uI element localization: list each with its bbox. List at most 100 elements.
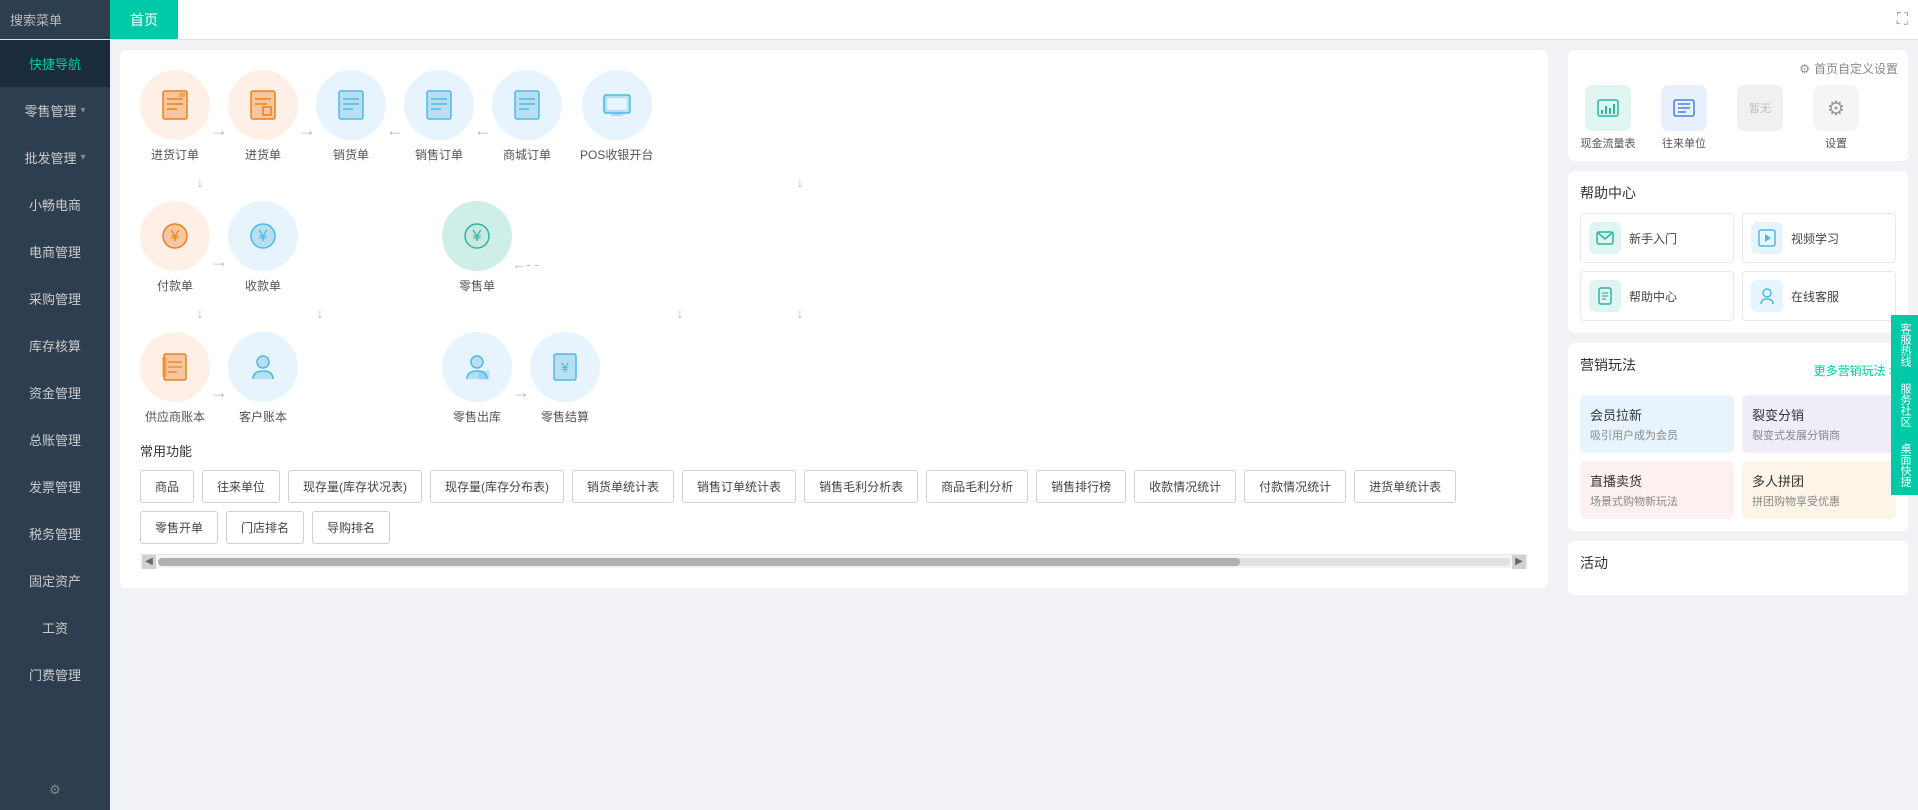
flow-node-retail-settle[interactable]: ¥ 零售结算 xyxy=(530,332,600,425)
sidebar-item-quicknav[interactable]: 快捷导航 xyxy=(0,40,110,87)
flow-node-sales[interactable]: 销货单 xyxy=(316,70,386,163)
quick-item-label: 现金流量表 xyxy=(1581,135,1636,151)
v-arrow-3 xyxy=(380,167,500,197)
scroll-left-button[interactable]: ◀ xyxy=(142,555,156,569)
func-btn-store-rank[interactable]: 门店排名 xyxy=(226,511,304,544)
marketing-item-sub: 裂变式发展分销商 xyxy=(1752,427,1886,443)
sidebar-item-label: 资金管理 xyxy=(29,383,81,402)
sidebar-item-inventory[interactable]: 库存核算 xyxy=(0,322,110,369)
flow-node-purchase-order[interactable]: 进货订单 xyxy=(140,70,210,163)
quick-item-settings[interactable]: ⚙ 设置 xyxy=(1806,85,1866,151)
marketing-item-title: 直播卖货 xyxy=(1590,471,1724,490)
sidebar-item-assets[interactable]: 固定资产 xyxy=(0,557,110,604)
flow-node-receipt[interactable]: ¥ 收款单 xyxy=(228,201,298,294)
marketing-section: 营销玩法 更多营销玩法 > 会员拉新 吸引用户成为会员 裂变分销 裂变式发展分销… xyxy=(1568,343,1908,531)
v-arrow-p3 xyxy=(380,298,500,328)
common-func-title: 常用功能 xyxy=(140,441,1528,460)
sidebar-item-tax[interactable]: 税务管理 xyxy=(0,510,110,557)
node-label: 零售结算 xyxy=(541,408,589,425)
partners-icon xyxy=(1661,85,1707,131)
node-label: 商城订单 xyxy=(503,146,551,163)
v-arrow-p5: ↓ xyxy=(620,298,740,328)
settings-icon: ⚙ xyxy=(1813,85,1859,131)
func-btn-sales-gross[interactable]: 销售毛利分析表 xyxy=(804,470,918,503)
flow-node-pos[interactable]: POS收银开台 xyxy=(580,70,653,163)
sidebar-item-ecom[interactable]: 电商管理 xyxy=(0,228,110,275)
float-btn-community[interactable]: 服务社区 xyxy=(1891,375,1918,435)
quick-item-none[interactable]: 暂无 xyxy=(1730,85,1790,151)
sidebar-item-label: 电商管理 xyxy=(29,242,81,261)
quick-item-partners[interactable]: 往来单位 xyxy=(1654,85,1714,151)
flow-arrow-r2: → xyxy=(210,251,228,294)
func-btn-sales-order-stat[interactable]: 销售订单统计表 xyxy=(682,470,796,503)
func-btn-sales-rank[interactable]: 销售排行榜 xyxy=(1036,470,1126,503)
flow-node-customer-ledger[interactable]: 客户账本 xyxy=(228,332,298,425)
sidebar-item-payroll[interactable]: 工资 xyxy=(0,604,110,651)
help-item-service[interactable]: 在线客服 xyxy=(1742,271,1896,321)
marketing-item-live[interactable]: 直播卖货 场景式购物新玩法 xyxy=(1580,461,1734,519)
help-item-video[interactable]: 视频学习 xyxy=(1742,213,1896,263)
flow-node-sales-order[interactable]: 销售订单 xyxy=(404,70,474,163)
flow-node-retail-out[interactable]: 零售出库 xyxy=(442,332,512,425)
sidebar-item-finance[interactable]: 资金管理 xyxy=(0,369,110,416)
flow-node-shop-order[interactable]: 商城订单 xyxy=(492,70,562,163)
sidebar-settings[interactable]: ⚙ xyxy=(0,770,110,810)
v-arrow-6: ↓ xyxy=(740,167,860,197)
horizontal-scrollbar[interactable]: ◀ ▶ xyxy=(140,554,1528,568)
home-settings-header[interactable]: ⚙ 首页自定义设置 xyxy=(1578,60,1898,77)
quick-item-label: 设置 xyxy=(1825,135,1847,151)
sidebar-item-wholesale[interactable]: 批发管理 ▾ xyxy=(0,134,110,181)
empty-icon: 暂无 xyxy=(1737,85,1783,131)
flow-node-purchase[interactable]: 进货单 xyxy=(228,70,298,163)
func-btn-retail-order[interactable]: 零售开单 xyxy=(140,511,218,544)
node-label: 供应商账本 xyxy=(145,408,205,425)
sidebar-item-purchase[interactable]: 采购管理 xyxy=(0,275,110,322)
marketing-item-group[interactable]: 多人拼团 拼团购物享受优惠 xyxy=(1742,461,1896,519)
func-btn-product[interactable]: 商品 xyxy=(140,470,194,503)
v-arrow-p4 xyxy=(500,298,620,328)
flow-node-supplier-ledger[interactable]: 供应商账本 xyxy=(140,332,210,425)
scroll-thumb xyxy=(158,558,1240,566)
help-item-label: 视频学习 xyxy=(1791,230,1839,247)
mail-icon xyxy=(1589,222,1621,254)
func-btn-stock-dist[interactable]: 现存量(库存分布表) xyxy=(430,470,564,503)
fullscreen-button[interactable]: ⛶ xyxy=(1887,0,1918,39)
sidebar-item-invoice[interactable]: 发票管理 xyxy=(0,463,110,510)
sidebar-item-store[interactable]: 门费管理 xyxy=(0,651,110,698)
search-menu[interactable]: 搜索菜单 xyxy=(0,0,110,39)
func-btn-partners[interactable]: 往来单位 xyxy=(202,470,280,503)
func-btn-product-gross[interactable]: 商品毛利分析 xyxy=(926,470,1028,503)
marketing-grid: 会员拉新 吸引用户成为会员 裂变分销 裂变式发展分销商 直播卖货 场景式购物新玩… xyxy=(1580,395,1896,519)
float-btn-desktop[interactable]: 桌面快捷 xyxy=(1891,435,1918,495)
func-btn-sales-stat[interactable]: 销货单统计表 xyxy=(572,470,674,503)
node-label: 销售订单 xyxy=(415,146,463,163)
sidebar-item-ecom-small[interactable]: 小畅电商 xyxy=(0,181,110,228)
func-btn-stock-status[interactable]: 现存量(库存状况表) xyxy=(288,470,422,503)
gear-icon: ⚙ xyxy=(1799,62,1810,76)
sidebar-item-ledger[interactable]: 总账管理 xyxy=(0,416,110,463)
flow-arrow-right: → xyxy=(210,120,228,163)
more-marketing-link[interactable]: 更多营销玩法 > xyxy=(1814,362,1896,379)
common-functions: 常用功能 商品 往来单位 现存量(库存状况表) 现存量(库存分布表) 销货单统计… xyxy=(140,441,1528,544)
scroll-right-button[interactable]: ▶ xyxy=(1512,555,1526,569)
help-item-help[interactable]: 帮助中心 xyxy=(1580,271,1734,321)
func-btn-receipt-stat[interactable]: 收款情况统计 xyxy=(1134,470,1236,503)
func-btn-guide-rank[interactable]: 导购排名 xyxy=(312,511,390,544)
flow-arrow-right: → xyxy=(298,120,316,163)
node-label: 收款单 xyxy=(245,277,281,294)
marketing-item-title: 多人拼团 xyxy=(1752,471,1886,490)
func-btn-payment-stat[interactable]: 付款情况统计 xyxy=(1244,470,1346,503)
func-btn-purchase-stat[interactable]: 进货单统计表 xyxy=(1354,470,1456,503)
doc-icon xyxy=(1589,280,1621,312)
flow-node-payment[interactable]: ¥ 付款单 xyxy=(140,201,210,294)
marketing-item-member[interactable]: 会员拉新 吸引用户成为会员 xyxy=(1580,395,1734,453)
sidebar-item-retail[interactable]: 零售管理 ▾ xyxy=(0,87,110,134)
marketing-title: 营销玩法 xyxy=(1580,355,1636,375)
float-btn-service[interactable]: 客服热线 xyxy=(1891,315,1918,375)
tab-home[interactable]: 首页 xyxy=(110,0,178,39)
quick-item-cashflow[interactable]: 现金流量表 xyxy=(1578,85,1638,151)
flow-node-retail[interactable]: ¥ 零售单 xyxy=(442,201,512,294)
marketing-item-fission[interactable]: 裂变分销 裂变式发展分销商 xyxy=(1742,395,1896,453)
help-item-beginner[interactable]: 新手入门 xyxy=(1580,213,1734,263)
chevron-down-icon: ▾ xyxy=(80,152,85,163)
